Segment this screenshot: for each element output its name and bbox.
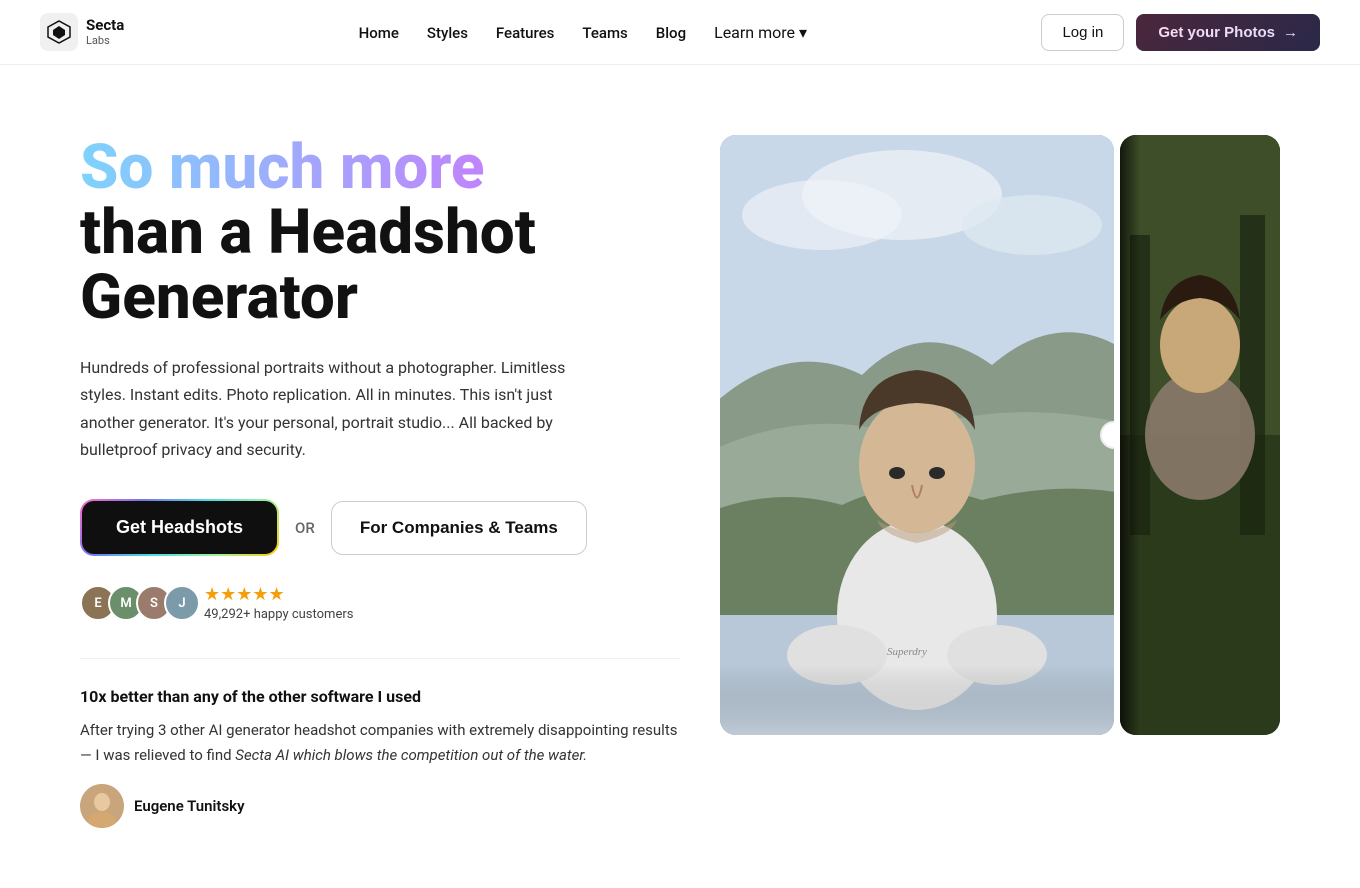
hero-section: So much more than a Headshot Generator H… [0,65,1360,888]
headline-gradient: So much more [80,131,484,204]
hero-headline: So much more than a Headshot Generator [80,135,680,330]
photo-upload-panel: Photo Upload [720,135,1114,735]
get-headshots-button-wrap: Get Headshots [80,499,279,556]
avatar-4: J [164,585,200,621]
social-proof: E M S J ★★★★★ 49,292+ happy customers [80,584,680,622]
nav-links: Home Styles Features Teams Blog Learn mo… [359,23,807,42]
nav-actions: Log in Get your Photos → [1041,14,1320,51]
testimonial-author: Eugene Tunitsky [80,784,680,828]
author-avatar [80,784,124,828]
get-photos-button[interactable]: Get your Photos → [1136,14,1320,51]
svg-text:Superdry: Superdry [887,646,927,658]
or-divider: OR [295,519,315,537]
hero-left: So much more than a Headshot Generator H… [80,135,680,828]
navbar: Secta Labs Home Styles Features Teams Bl… [0,0,1360,65]
logo-name: Secta [86,17,124,34]
star-rating: ★★★★★ [204,584,353,605]
logo-sub: Labs [86,34,124,47]
customer-avatars: E M S J [80,585,192,621]
bw-photo: Superdry [720,135,1114,735]
rating-info: ★★★★★ 49,292+ happy customers [204,584,353,622]
nav-blog[interactable]: Blog [656,24,686,42]
headline-part2: than a Headshot [80,196,536,269]
arrow-right-icon: → [1283,24,1298,41]
nav-features[interactable]: Features [496,24,554,42]
hero-images: Photo Upload [720,135,1280,735]
testimonial-title: 10x better than any of the other softwar… [80,687,680,706]
generated-result-panel: Generated Result [1120,135,1280,735]
upload-photo-svg: Superdry [720,135,1114,735]
hero-description: Hundreds of professional portraits witho… [80,354,600,463]
author-name: Eugene Tunitsky [134,797,245,815]
get-headshots-button[interactable]: Get Headshots [82,501,277,554]
chevron-down-icon: ▾ [799,23,807,42]
testimonial-body: After trying 3 other AI generator headsh… [80,718,680,768]
hero-buttons: Get Headshots OR For Companies & Teams [80,499,680,556]
author-avatar-image [80,784,124,828]
logo-icon [40,13,78,51]
nav-home[interactable]: Home [359,24,399,42]
logo[interactable]: Secta Labs [40,13,124,51]
generated-photo-svg [1120,135,1280,735]
customer-count: 49,292+ happy customers [204,607,353,622]
generated-photo [1120,135,1280,735]
login-button[interactable]: Log in [1041,14,1124,51]
nav-styles[interactable]: Styles [427,24,468,42]
testimonial: 10x better than any of the other softwar… [80,658,680,828]
nav-learn-more[interactable]: Learn more ▾ [714,23,807,42]
companies-teams-button[interactable]: For Companies & Teams [331,501,587,555]
nav-teams[interactable]: Teams [582,24,627,42]
headline-part3: Generator [80,261,358,334]
